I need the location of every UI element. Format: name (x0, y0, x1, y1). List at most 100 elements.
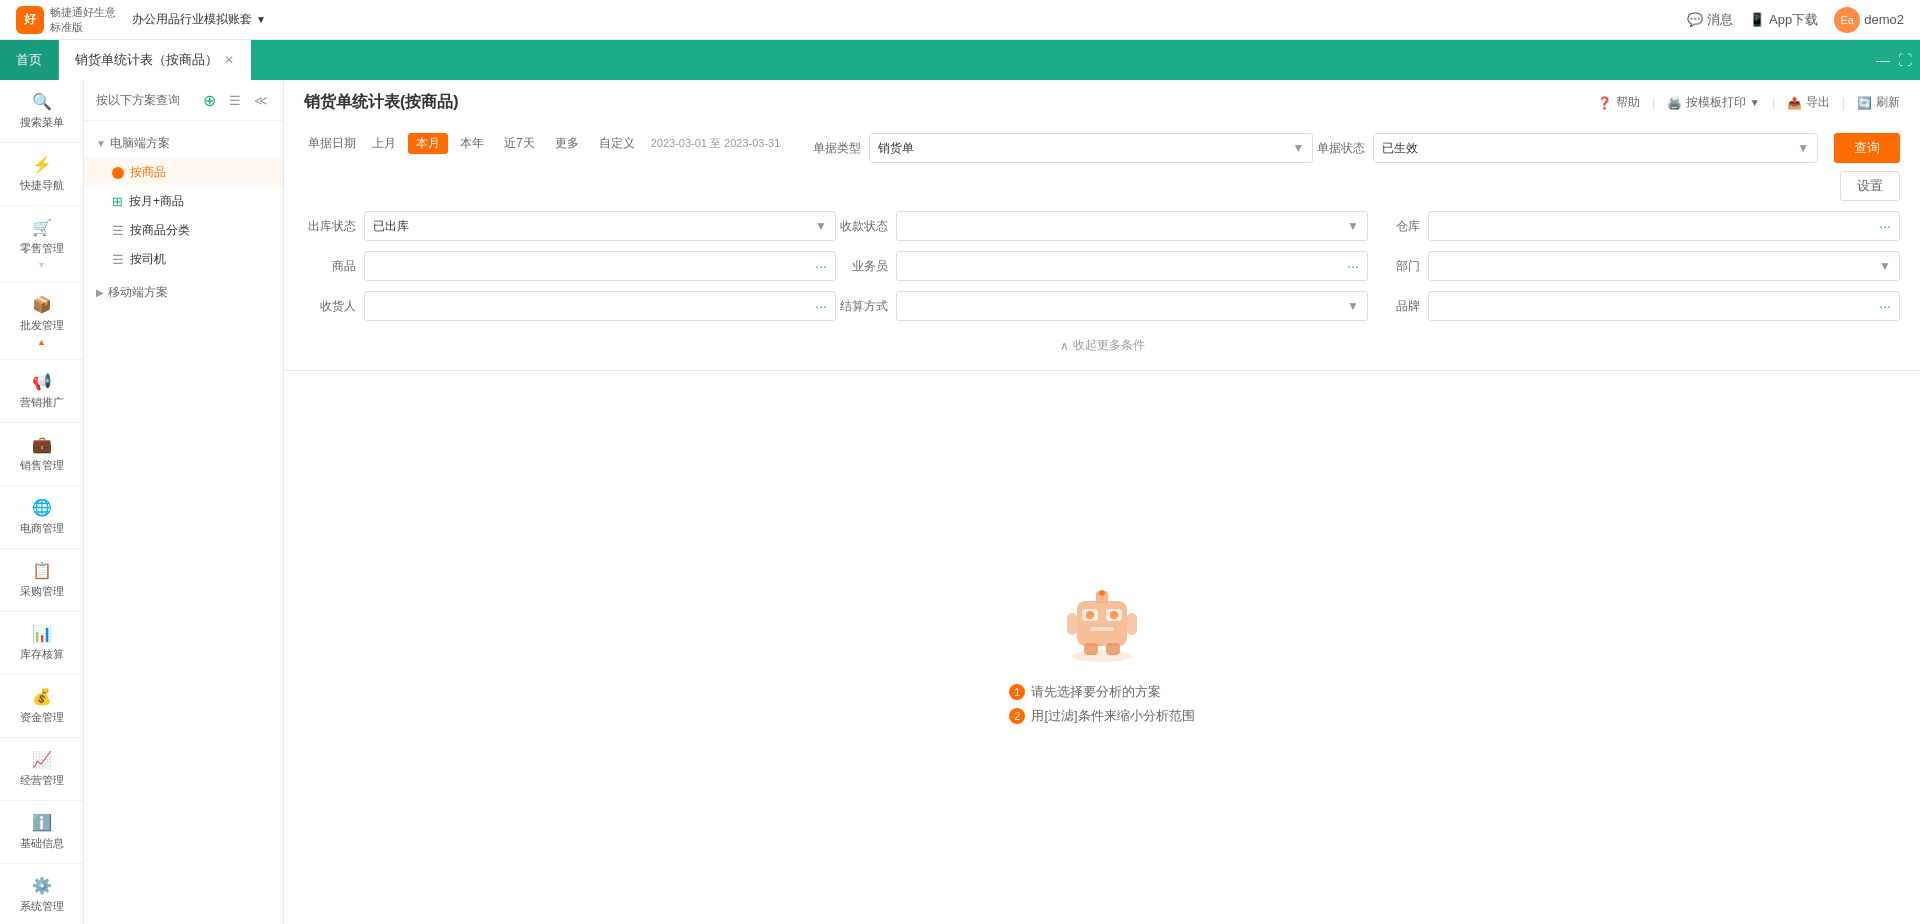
sys-icon: ⚙️ (32, 876, 52, 895)
template-print-button[interactable]: 🖨️ 按模板打印 ▼ (1667, 94, 1760, 111)
collapse-panel-icon[interactable]: ≪ (251, 90, 271, 110)
empty-tips: 1 请先选择要分析的方案 2 用[过滤]条件来缩小分析范围 (1009, 683, 1194, 725)
circle-icon (112, 167, 124, 179)
help-button[interactable]: ❓ 帮助 (1597, 94, 1640, 111)
export-button[interactable]: 📤 导出 (1787, 94, 1830, 111)
page-title: 销货单统计表(按商品) (304, 92, 459, 113)
tree-pc-label: 电脑端方案 (110, 135, 170, 152)
date-tab-this-month[interactable]: 本月 (408, 133, 448, 154)
search-icon: 🔍 (32, 92, 52, 111)
filter-item-product: 商品 ··· (304, 251, 836, 281)
date-tab-custom[interactable]: 自定义 (591, 133, 643, 154)
ops-icon: 📈 (32, 750, 52, 769)
storage-ellipsis-btn[interactable]: ··· (1879, 218, 1891, 234)
payment-select[interactable]: ▼ (896, 211, 1368, 241)
tree-arrow-right-icon: ▶ (96, 287, 104, 298)
product-ellipsis-btn[interactable]: ··· (815, 258, 827, 274)
date-tab-7days[interactable]: 近7天 (496, 133, 543, 154)
doc-status-dropdown-icon: ▼ (1797, 141, 1809, 155)
doc-type-select[interactable]: 销货单 ▼ (869, 133, 1314, 163)
receiver-input-wrap: ··· (364, 291, 836, 321)
sidebar-item-sys-mgmt[interactable]: ⚙️ 系统管理 (0, 864, 83, 924)
filter-row-1: 单据日期 上月 本月 本年 近7天 更多 自定义 2023-03-01 至 20… (304, 133, 1900, 201)
filter-item-warehouse: 出库状态 已出库 ▼ (304, 211, 836, 241)
tab-home[interactable]: 首页 (0, 40, 59, 80)
sidebar-item-search-menu[interactable]: 🔍 搜索菜单 (0, 80, 83, 143)
sidebar-item-sales-mgmt[interactable]: 💼 销售管理 (0, 423, 83, 486)
sidebar-item-basic-info[interactable]: ℹ️ 基础信息 (0, 801, 83, 864)
refresh-button[interactable]: 🔄 刷新 (1857, 94, 1900, 111)
filter-item-payment: 收款状态 ▼ (836, 211, 1368, 241)
ecom-icon: 🌐 (32, 498, 52, 517)
brand-label: 品牌 (1368, 298, 1428, 315)
salesman-input-wrap: ··· (896, 251, 1368, 281)
settings-icon[interactable]: ☰ (225, 90, 245, 110)
filter-item-dept: 部门 ▼ (1368, 251, 1900, 281)
print-icon: 🖨️ (1667, 96, 1682, 110)
tab-close-icon[interactable]: ✕ (224, 53, 234, 67)
receiver-label: 收货人 (304, 298, 364, 315)
tab-sales-stat[interactable]: 销货单统计表（按商品） ✕ (59, 40, 251, 80)
warehouse-label: 出库状态 (304, 218, 364, 235)
sidebar-item-quick-nav[interactable]: ⚡ 快捷导航 (0, 143, 83, 206)
settlement-select[interactable]: ▼ (896, 291, 1368, 321)
sidebar-item-ecom-mgmt[interactable]: 🌐 电商管理 (0, 486, 83, 549)
warehouse-select[interactable]: 已出库 ▼ (364, 211, 836, 241)
tree-child-category-label: 按商品分类 (130, 222, 190, 239)
add-scheme-icon[interactable]: ⊕ (199, 90, 219, 110)
print-dropdown-icon: ▼ (1750, 97, 1760, 108)
tree-child-by-product-label: 按商品 (130, 164, 166, 181)
collapse-btn[interactable]: ∧ 收起更多条件 (304, 329, 1900, 358)
page-header-top: 销货单统计表(按商品) ❓ 帮助 | 🖨️ 按模板打印 ▼ | (304, 92, 1900, 113)
doc-type-dropdown-icon: ▼ (1292, 141, 1304, 155)
setting-button[interactable]: 设置 (1840, 171, 1900, 201)
empty-tip-1: 1 请先选择要分析的方案 (1009, 683, 1194, 701)
salesman-label: 业务员 (836, 258, 896, 275)
payment-dropdown-icon: ▼ (1347, 219, 1359, 233)
filter-item-doc-type: 单据类型 销货单 ▼ (809, 133, 1314, 163)
sidebar-item-marketing[interactable]: 📢 营销推广 (0, 360, 83, 423)
dept-select[interactable]: ▼ (1428, 251, 1900, 281)
salesman-ellipsis-btn[interactable]: ··· (1347, 258, 1359, 274)
storage-label: 仓库 (1368, 218, 1428, 235)
date-tab-last-month[interactable]: 上月 (364, 133, 404, 154)
date-tab-more[interactable]: 更多 (547, 133, 587, 154)
tab-expand-icon[interactable]: ⛶ (1898, 52, 1912, 68)
sales-icon: 💼 (32, 435, 52, 454)
download-icon: 📱 (1749, 12, 1765, 27)
main-layout: 🔍 搜索菜单 ⚡ 快捷导航 🛒 零售管理 ▼ 📦 批发管理 ▲ 📢 营销推广 💼… (0, 80, 1920, 924)
grid-icon: ⊞ (112, 194, 123, 209)
doc-status-select[interactable]: 已生效 ▼ (1373, 133, 1818, 163)
message-button[interactable]: 💬 消息 (1687, 11, 1733, 29)
filter-row-2: 出库状态 已出库 ▼ 收款状态 ▼ 仓库 (304, 211, 1900, 241)
svg-rect-10 (1127, 613, 1137, 635)
sidebar-item-wholesale-mgmt[interactable]: 📦 批发管理 ▲ (0, 283, 83, 360)
tree-mobile-scheme[interactable]: ▶ 移动端方案 (84, 278, 283, 307)
sidebar-item-ops-mgmt[interactable]: 📈 经营管理 (0, 738, 83, 801)
filter-item-doc-status: 单据状态 已生效 ▼ (1313, 133, 1818, 163)
tip-num-2: 2 (1009, 708, 1025, 724)
user-profile[interactable]: Ea demo2 (1834, 7, 1904, 33)
empty-illustration (1052, 571, 1152, 671)
brand-ellipsis-btn[interactable]: ··· (1879, 298, 1891, 314)
tree-pc-scheme[interactable]: ▼ 电脑端方案 (84, 129, 283, 158)
app-download-button[interactable]: 📱 App下载 (1749, 11, 1818, 29)
svg-point-8 (1099, 590, 1105, 596)
tree-child-by-product-category[interactable]: ☰ 按商品分类 (84, 216, 283, 245)
sidebar-item-retail-mgmt[interactable]: 🛒 零售管理 ▼ (0, 206, 83, 283)
tree-child-by-month-product[interactable]: ⊞ 按月+商品 (84, 187, 283, 216)
date-tab-this-year[interactable]: 本年 (452, 133, 492, 154)
doc-status-value: 已生效 (1382, 140, 1418, 157)
receiver-ellipsis-btn[interactable]: ··· (815, 298, 827, 314)
industry-select[interactable]: 办公用品行业模拟账套 ▼ (124, 11, 274, 28)
tree-child-by-cashier[interactable]: ☰ 按司机 (84, 245, 283, 274)
sidebar-item-purchase-mgmt[interactable]: 📋 采购管理 (0, 549, 83, 612)
sidebar-item-finance-mgmt[interactable]: 💰 资金管理 (0, 675, 83, 738)
date-filter-row: 上月 本月 本年 近7天 更多 自定义 2023-03-01 至 2023-03… (364, 133, 780, 154)
sidebar-item-inventory[interactable]: 📊 库存核算 (0, 612, 83, 675)
tree-child-by-product[interactable]: 按商品 (84, 158, 283, 187)
sub-panel-header: 按以下方案查询 ⊕ ☰ ≪ (84, 80, 283, 121)
query-button[interactable]: 查询 (1834, 133, 1900, 163)
tab-minimize-icon[interactable]: — (1876, 52, 1890, 68)
dept-label: 部门 (1368, 258, 1428, 275)
